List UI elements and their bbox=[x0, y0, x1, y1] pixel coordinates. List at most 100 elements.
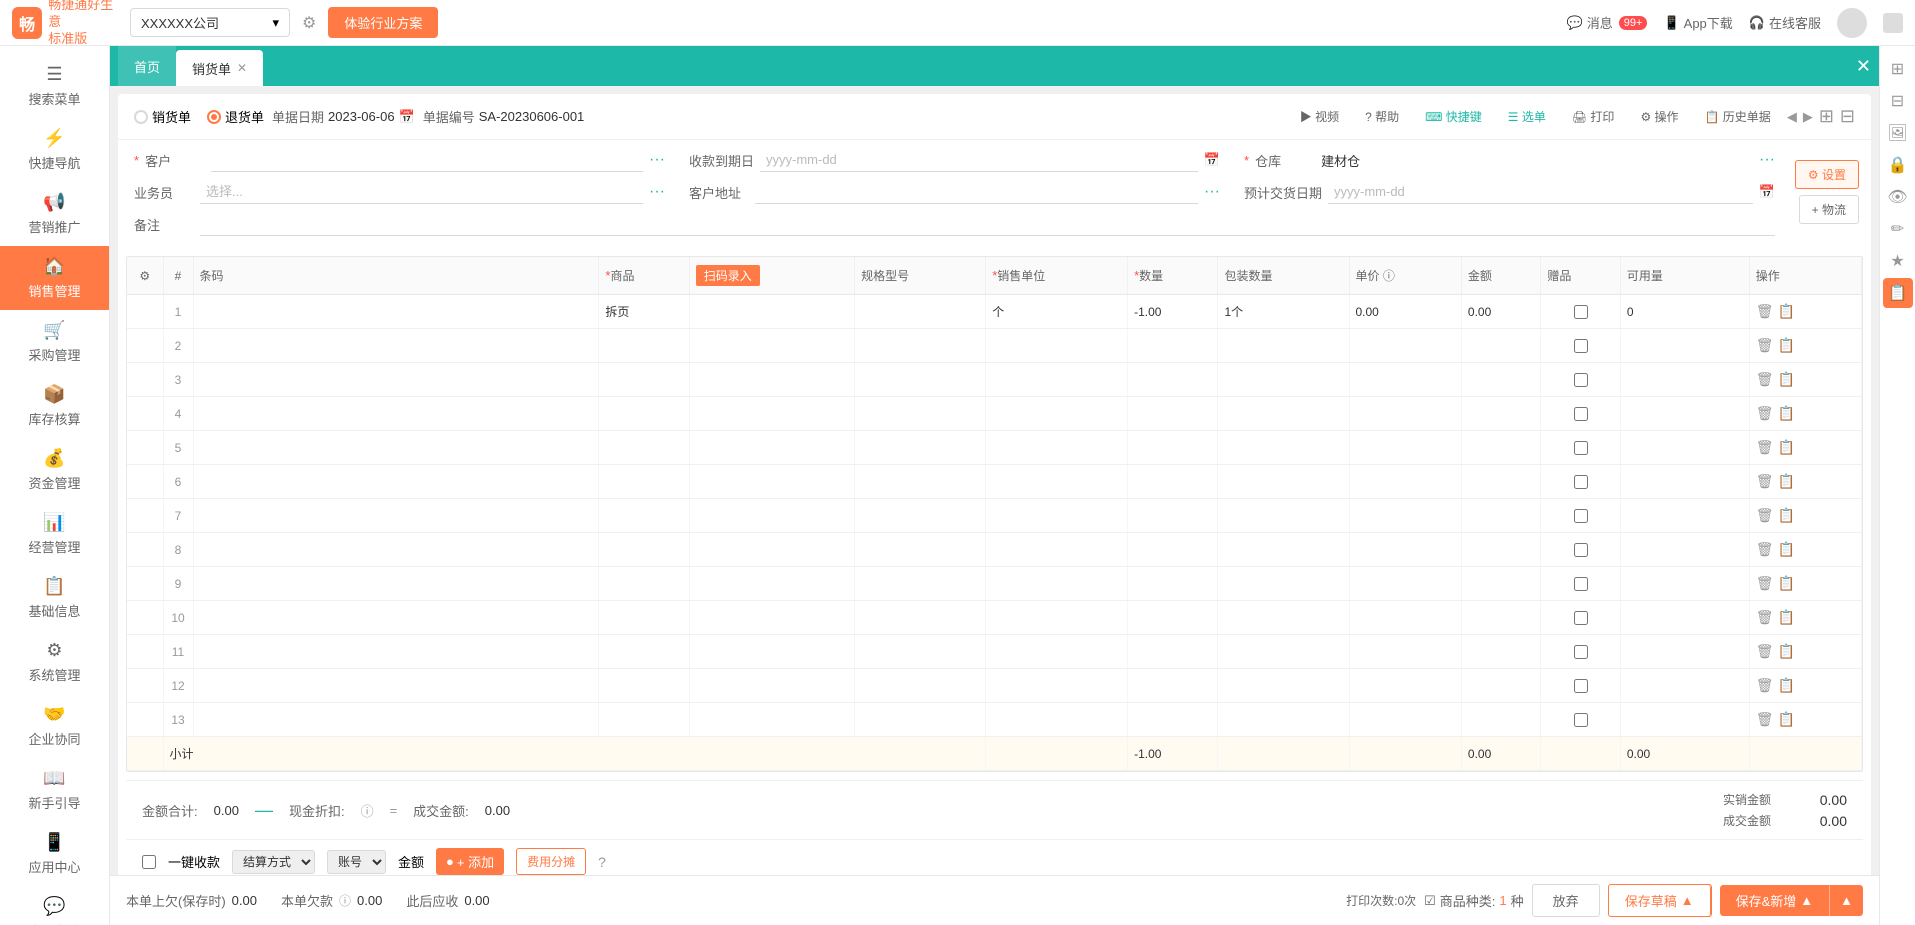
due-date-input[interactable] bbox=[760, 148, 1198, 172]
rs-list-icon[interactable]: ⊟ bbox=[1883, 86, 1913, 116]
copy-row-5-btn[interactable]: 📋 bbox=[1778, 439, 1795, 456]
th-settings[interactable]: ⚙ bbox=[127, 257, 163, 295]
gift-checkbox-8[interactable] bbox=[1574, 543, 1588, 557]
delete-row-9-btn[interactable]: 🗑 bbox=[1756, 575, 1774, 592]
gift-checkbox-1[interactable] bbox=[1574, 305, 1588, 319]
copy-row-12-btn[interactable]: 📋 bbox=[1778, 677, 1795, 694]
avatar[interactable] bbox=[1837, 8, 1867, 38]
grid-view-btn[interactable]: ⊟ bbox=[1840, 106, 1855, 127]
help-btn[interactable]: ? 帮助 bbox=[1355, 104, 1409, 129]
message-button[interactable]: 💬 消息 99+ bbox=[1567, 13, 1648, 32]
list-view-btn[interactable]: ⊞ bbox=[1819, 106, 1834, 127]
gift-checkbox-9[interactable] bbox=[1574, 577, 1588, 591]
sidebar-item-app-center[interactable]: 📱 应用中心 bbox=[0, 822, 109, 886]
sidebar-item-basic-info[interactable]: 📋 基础信息 bbox=[0, 566, 109, 630]
delete-row-11-btn[interactable]: 🗑 bbox=[1756, 643, 1774, 660]
prev-record-btn[interactable]: ◀ bbox=[1787, 109, 1797, 125]
rs-star-icon[interactable]: ★ bbox=[1883, 246, 1913, 276]
online-service-button[interactable]: 🎧 在线客服 bbox=[1749, 13, 1821, 32]
delete-row-10-btn[interactable]: 🗑 bbox=[1756, 609, 1774, 626]
delete-row-12-btn[interactable]: 🗑 bbox=[1756, 677, 1774, 694]
sidebar-item-inventory[interactable]: 📦 库存核算 bbox=[0, 374, 109, 438]
save-new-dropdown-btn[interactable]: ▲ bbox=[1829, 885, 1863, 916]
copy-row-13-btn[interactable]: 📋 bbox=[1778, 711, 1795, 728]
copy-row-1-btn[interactable]: 📋 bbox=[1778, 303, 1795, 320]
date-calendar-icon[interactable]: 📅 bbox=[399, 109, 415, 125]
app-download-button[interactable]: 📱 App下载 bbox=[1663, 13, 1732, 32]
goods-type[interactable]: ☑ 商品种类: 1 种 bbox=[1424, 891, 1524, 910]
rs-grid-icon[interactable]: ⊞ bbox=[1883, 54, 1913, 84]
rs-image-icon[interactable]: 🖼 bbox=[1883, 118, 1913, 148]
sidebar-item-finance[interactable]: 💰 资金管理 bbox=[0, 438, 109, 502]
sidebar-item-wechat[interactable]: 💬 企业微信 bbox=[0, 886, 109, 925]
user-menu[interactable] bbox=[1883, 13, 1903, 33]
next-record-btn[interactable]: ▶ bbox=[1803, 109, 1813, 125]
expected-delivery-input[interactable] bbox=[1328, 180, 1753, 204]
rs-edit-icon[interactable]: ✏ bbox=[1883, 214, 1913, 244]
payment-help-icon[interactable]: ? bbox=[598, 854, 606, 870]
customer-dots-btn[interactable]: ··· bbox=[649, 151, 665, 169]
overdue-help-icon[interactable]: ⓘ bbox=[339, 892, 351, 909]
delete-row-4-btn[interactable]: 🗑 bbox=[1756, 405, 1774, 422]
delete-row-2-btn[interactable]: 🗑 bbox=[1756, 337, 1774, 354]
copy-row-6-btn[interactable]: 📋 bbox=[1778, 473, 1795, 490]
gift-checkbox-6[interactable] bbox=[1574, 475, 1588, 489]
video-btn[interactable]: ▶ 视频 bbox=[1290, 104, 1349, 129]
gift-checkbox-7[interactable] bbox=[1574, 509, 1588, 523]
sidebar-item-search[interactable]: ☰ 搜索菜单 bbox=[0, 54, 109, 118]
delete-row-3-btn[interactable]: 🗑 bbox=[1756, 371, 1774, 388]
rs-eye-icon[interactable]: 👁 bbox=[1883, 182, 1913, 212]
delete-row-1-btn[interactable]: 🗑 bbox=[1756, 303, 1774, 320]
gift-checkbox-5[interactable] bbox=[1574, 441, 1588, 455]
select-btn[interactable]: ☰ 选单 bbox=[1498, 104, 1556, 129]
remarks-input[interactable] bbox=[200, 212, 1775, 236]
copy-row-7-btn[interactable]: 📋 bbox=[1778, 507, 1795, 524]
copy-row-4-btn[interactable]: 📋 bbox=[1778, 405, 1795, 422]
shortcut-btn[interactable]: ⌨ 快捷键 bbox=[1415, 104, 1492, 129]
save-new-btn[interactable]: 保存&新增 ▲ bbox=[1720, 885, 1830, 916]
radio-sales[interactable]: 销货单 bbox=[134, 107, 191, 126]
gift-checkbox-13[interactable] bbox=[1574, 713, 1588, 727]
tab-sales-order[interactable]: 销货单 ✕ bbox=[176, 50, 263, 86]
customer-address-input[interactable] bbox=[755, 180, 1198, 204]
copy-row-2-btn[interactable]: 📋 bbox=[1778, 337, 1795, 354]
account-select[interactable]: 账号 bbox=[327, 850, 386, 874]
gift-checkbox-12[interactable] bbox=[1574, 679, 1588, 693]
sidebar-item-quick-nav[interactable]: ⚡ 快捷导航 bbox=[0, 118, 109, 182]
print-btn[interactable]: 🖨 打印 bbox=[1562, 104, 1625, 129]
due-date-calendar-icon[interactable]: 📅 bbox=[1204, 152, 1220, 168]
rs-lock-icon[interactable]: 🔒 bbox=[1883, 150, 1913, 180]
delete-row-13-btn[interactable]: 🗑 bbox=[1756, 711, 1774, 728]
sidebar-item-purchase[interactable]: 🛒 采购管理 bbox=[0, 310, 109, 374]
trial-button[interactable]: 体验行业方案 bbox=[328, 7, 438, 38]
calc-method-select[interactable]: 结算方式 bbox=[232, 850, 315, 874]
sidebar-item-operations[interactable]: 📊 经营管理 bbox=[0, 502, 109, 566]
history-btn[interactable]: 📋 历史单据 bbox=[1695, 104, 1781, 129]
one-click-checkbox[interactable] bbox=[142, 855, 156, 869]
salesperson-dots-btn[interactable]: ··· bbox=[649, 183, 665, 201]
sidebar-item-sales[interactable]: 🏠 销售管理 bbox=[0, 246, 109, 310]
settings-button[interactable]: ⚙ 设置 bbox=[1795, 160, 1859, 189]
sidebar-item-system[interactable]: ⚙ 系统管理 bbox=[0, 630, 109, 694]
copy-row-8-btn[interactable]: 📋 bbox=[1778, 541, 1795, 558]
gift-checkbox-2[interactable] bbox=[1574, 339, 1588, 353]
gift-checkbox-11[interactable] bbox=[1574, 645, 1588, 659]
close-window-icon[interactable]: ✕ bbox=[1856, 56, 1871, 77]
operate-btn[interactable]: ⚙ 操作 bbox=[1630, 104, 1688, 129]
expense-btn[interactable]: 费用分摊 bbox=[516, 848, 586, 875]
delete-row-5-btn[interactable]: 🗑 bbox=[1756, 439, 1774, 456]
gift-checkbox-10[interactable] bbox=[1574, 611, 1588, 625]
scan-btn[interactable]: 扫码录入 bbox=[696, 265, 760, 286]
sidebar-item-guide[interactable]: 📖 新手引导 bbox=[0, 758, 109, 822]
company-selector[interactable]: XXXXXX公司 ▾ bbox=[130, 8, 290, 37]
discard-btn[interactable]: 放弃 bbox=[1532, 884, 1600, 917]
tab-home[interactable]: 首页 bbox=[118, 46, 176, 86]
delete-row-7-btn[interactable]: 🗑 bbox=[1756, 507, 1774, 524]
copy-row-11-btn[interactable]: 📋 bbox=[1778, 643, 1795, 660]
radio-return[interactable]: 退货单 bbox=[207, 107, 264, 126]
add-payment-btn[interactable]: ● + 添加 bbox=[436, 848, 504, 875]
expected-delivery-calendar-icon[interactable]: 📅 bbox=[1759, 184, 1775, 200]
delete-row-8-btn[interactable]: 🗑 bbox=[1756, 541, 1774, 558]
gift-checkbox-3[interactable] bbox=[1574, 373, 1588, 387]
discount-help-icon[interactable]: ⓘ bbox=[361, 801, 374, 820]
